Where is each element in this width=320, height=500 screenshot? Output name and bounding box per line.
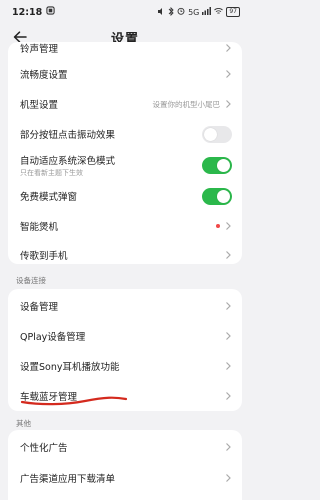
row-label: 设备管理: [20, 302, 59, 313]
free-mode-popup-row: 免费模式弹窗: [8, 182, 242, 210]
section-title-device-connection: 设备连接: [16, 276, 46, 285]
row-label: 免费模式弹窗: [20, 192, 78, 203]
row-label: 自动适应系统深色模式: [20, 155, 116, 167]
row-label: 机型设置: [20, 100, 59, 111]
vibration-toggle[interactable]: [202, 125, 232, 143]
row-label: 流畅度设置: [20, 70, 68, 81]
red-annotation-underline: [20, 396, 128, 406]
chevron-right-icon: [226, 332, 231, 340]
bluetooth-icon: [168, 6, 174, 18]
status-time: 12:18: [12, 6, 43, 18]
wifi-icon: [214, 7, 224, 17]
section-title-other: 其他: [16, 419, 31, 428]
chevron-right-icon: [226, 474, 231, 482]
transfer-songs-row[interactable]: 传歌到手机: [8, 241, 242, 264]
chevron-right-icon: [226, 362, 231, 370]
mute-icon: [157, 7, 165, 18]
settings-card-general: 铃声管理 流畅度设置 机型设置 设置你的机型小尾巴 部分按钮点击振动效果 自动适…: [8, 42, 242, 264]
chevron-right-icon: [226, 251, 231, 259]
dark-mode-toggle[interactable]: [202, 156, 232, 174]
red-dot-badge: [216, 224, 220, 228]
sony-headphone-settings-row[interactable]: 设置Sony耳机播放功能: [8, 351, 242, 381]
row-sublabel: 只在看新主题下生效: [20, 168, 83, 177]
qplay-device-management-row[interactable]: QPlay设备管理: [8, 321, 242, 351]
chevron-right-icon: [226, 302, 231, 310]
device-management-row[interactable]: 设备管理: [8, 291, 242, 321]
chevron-right-icon: [226, 44, 231, 52]
battery-indicator: 97: [226, 7, 240, 17]
free-mode-toggle[interactable]: [202, 187, 232, 205]
smart-burn-in-row[interactable]: 智能煲机: [8, 212, 242, 240]
model-tail-value: 设置你的机型小尾巴: [152, 99, 221, 109]
dark-mode-row: 自动适应系统深色模式 只在看新主题下生效: [8, 149, 242, 181]
ad-app-download-list-row[interactable]: 广告渠道应用下载清单: [8, 463, 242, 493]
row-label: 设置Sony耳机播放功能: [20, 362, 120, 373]
ringtone-management-row[interactable]: 铃声管理: [8, 42, 242, 59]
chevron-right-icon: [226, 100, 231, 108]
row-label: 个性化广告: [20, 443, 68, 454]
chevron-right-icon: [226, 443, 231, 451]
chevron-right-icon: [226, 222, 231, 230]
chevron-right-icon: [226, 70, 231, 78]
personalized-ads-row[interactable]: 个性化广告: [8, 432, 242, 462]
chevron-right-icon: [226, 392, 231, 400]
model-settings-row[interactable]: 机型设置 设置你的机型小尾巴: [8, 89, 242, 119]
signal-icon: [202, 7, 212, 17]
row-label: 广告渠道应用下载清单: [20, 474, 116, 485]
row-label: 铃声管理: [20, 44, 59, 55]
notification-icon: [46, 6, 55, 18]
row-label: 传歌到手机: [20, 251, 68, 262]
smoothness-settings-row[interactable]: 流畅度设置: [8, 59, 242, 89]
row-label: 智能煲机: [20, 222, 59, 233]
row-label: QPlay设备管理: [20, 332, 86, 343]
status-bar: 12:18 5G 97: [0, 0, 250, 24]
settings-card-other: 个性化广告 广告渠道应用下载清单: [8, 430, 242, 500]
alarm-icon: [177, 7, 185, 17]
row-label: 部分按钮点击振动效果: [20, 130, 116, 141]
button-vibration-row: 部分按钮点击振动效果: [8, 120, 242, 148]
network-type: 5G: [188, 7, 200, 17]
